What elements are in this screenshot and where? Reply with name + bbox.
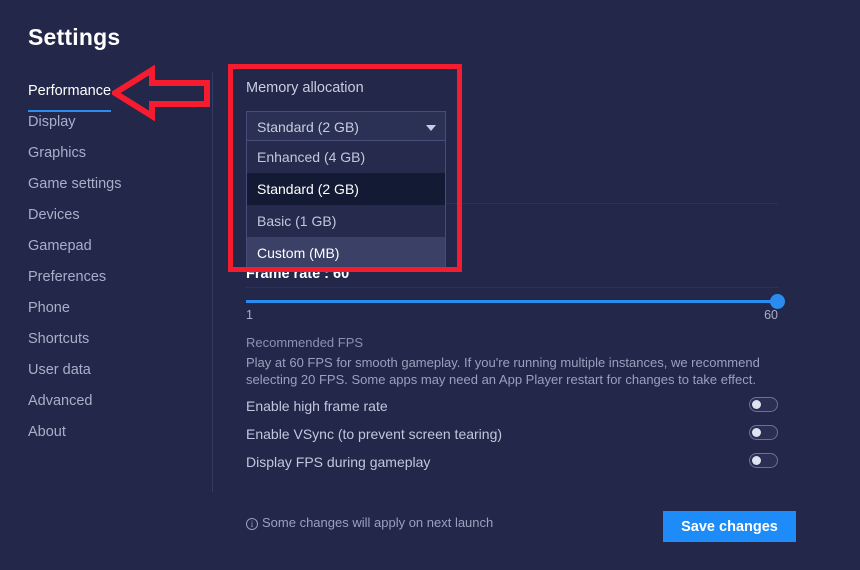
enable-high-frame-rate-toggle[interactable] [749,397,778,412]
sidebar-item-phone[interactable]: Phone [0,293,212,324]
sidebar-item-performance[interactable]: Performance [0,76,212,112]
sidebar-item-advanced[interactable]: Advanced [0,386,212,417]
frame-rate-slider-track[interactable] [246,300,778,303]
dropdown-option[interactable]: Custom (MB) [247,237,445,269]
dropdown-option[interactable]: Basic (1 GB) [247,205,445,237]
sidebar-item-gamepad[interactable]: Gamepad [0,231,212,262]
sidebar-item-label: Gamepad [28,238,92,254]
memory-allocation-select[interactable]: Standard (2 GB) [246,111,446,141]
enable-vsync-toggle[interactable] [749,425,778,440]
sidebar-item-label: Shortcuts [28,331,90,347]
row-divider [246,287,778,288]
frame-rate-max-label: 60 [764,308,778,322]
sidebar-item-label: Graphics [28,145,87,161]
toggle-row: Display FPS during gameplay [246,449,778,477]
sidebar-item-label: Performance [28,76,112,112]
toggle-knob [752,428,761,437]
footer-note-text: Some changes will apply on next launch [262,515,494,530]
sidebar-divider [212,72,213,492]
recommended-fps-description: Play at 60 FPS for smooth gameplay. If y… [246,355,760,387]
sidebar-item-label: User data [28,362,91,378]
sidebar-item-label: Devices [28,207,80,223]
sidebar-item-game-settings[interactable]: Game settings [0,169,212,200]
sidebar-item-label: Preferences [28,269,107,285]
dropdown-option[interactable]: Standard (2 GB) [247,173,445,205]
info-icon: i [246,518,258,530]
sidebar-item-label: Advanced [28,393,93,409]
toggle-knob [752,456,761,465]
toggle-row: Enable VSync (to prevent screen tearing) [246,421,778,449]
sidebar-item-about[interactable]: About [0,417,212,448]
sidebar-item-label: Game settings [28,176,122,192]
sidebar: Performance Display Graphics Game settings D… [0,76,212,516]
save-changes-button[interactable]: Save changes [663,511,796,542]
settings-main-panel: Memory allocation Standard (2 GB) Enhanc… [232,64,832,554]
toggle-label: Enable high frame rate [246,398,388,414]
memory-allocation-dropdown[interactable]: Standard (2 GB) Enhanced (4 GB) Standard … [246,111,446,270]
sidebar-item-label: Phone [28,300,70,316]
page-title: Settings [28,24,121,50]
toggle-row: Enable high frame rate [246,393,778,421]
footer-note: i Some changes will apply on next launch [246,515,493,530]
sidebar-item-user-data[interactable]: User data [0,355,212,386]
toggle-label: Enable VSync (to prevent screen tearing) [246,426,503,442]
sidebar-item-label: About [28,424,66,440]
sidebar-item-shortcuts[interactable]: Shortcuts [0,324,212,355]
toggle-label: Display FPS during gameplay [246,454,431,470]
sidebar-item-display[interactable]: Display [0,107,212,138]
sidebar-item-devices[interactable]: Devices [0,200,212,231]
sidebar-item-label: Display [28,114,76,130]
memory-allocation-selected-value: Standard (2 GB) [257,119,359,135]
toggle-knob [752,400,761,409]
memory-allocation-option-list[interactable]: Enhanced (4 GB) Standard (2 GB) Basic (1 G… [246,141,446,270]
display-fps-toggle[interactable] [749,453,778,468]
sidebar-item-preferences[interactable]: Preferences [0,262,212,293]
memory-allocation-label: Memory allocation [246,80,364,96]
sidebar-item-graphics[interactable]: Graphics [0,138,212,169]
chevron-down-icon[interactable] [426,125,436,131]
dropdown-option[interactable]: Enhanced (4 GB) [247,141,445,173]
recommended-fps-title: Recommended FPS [246,335,364,350]
frame-rate-slider-thumb[interactable] [770,294,785,309]
